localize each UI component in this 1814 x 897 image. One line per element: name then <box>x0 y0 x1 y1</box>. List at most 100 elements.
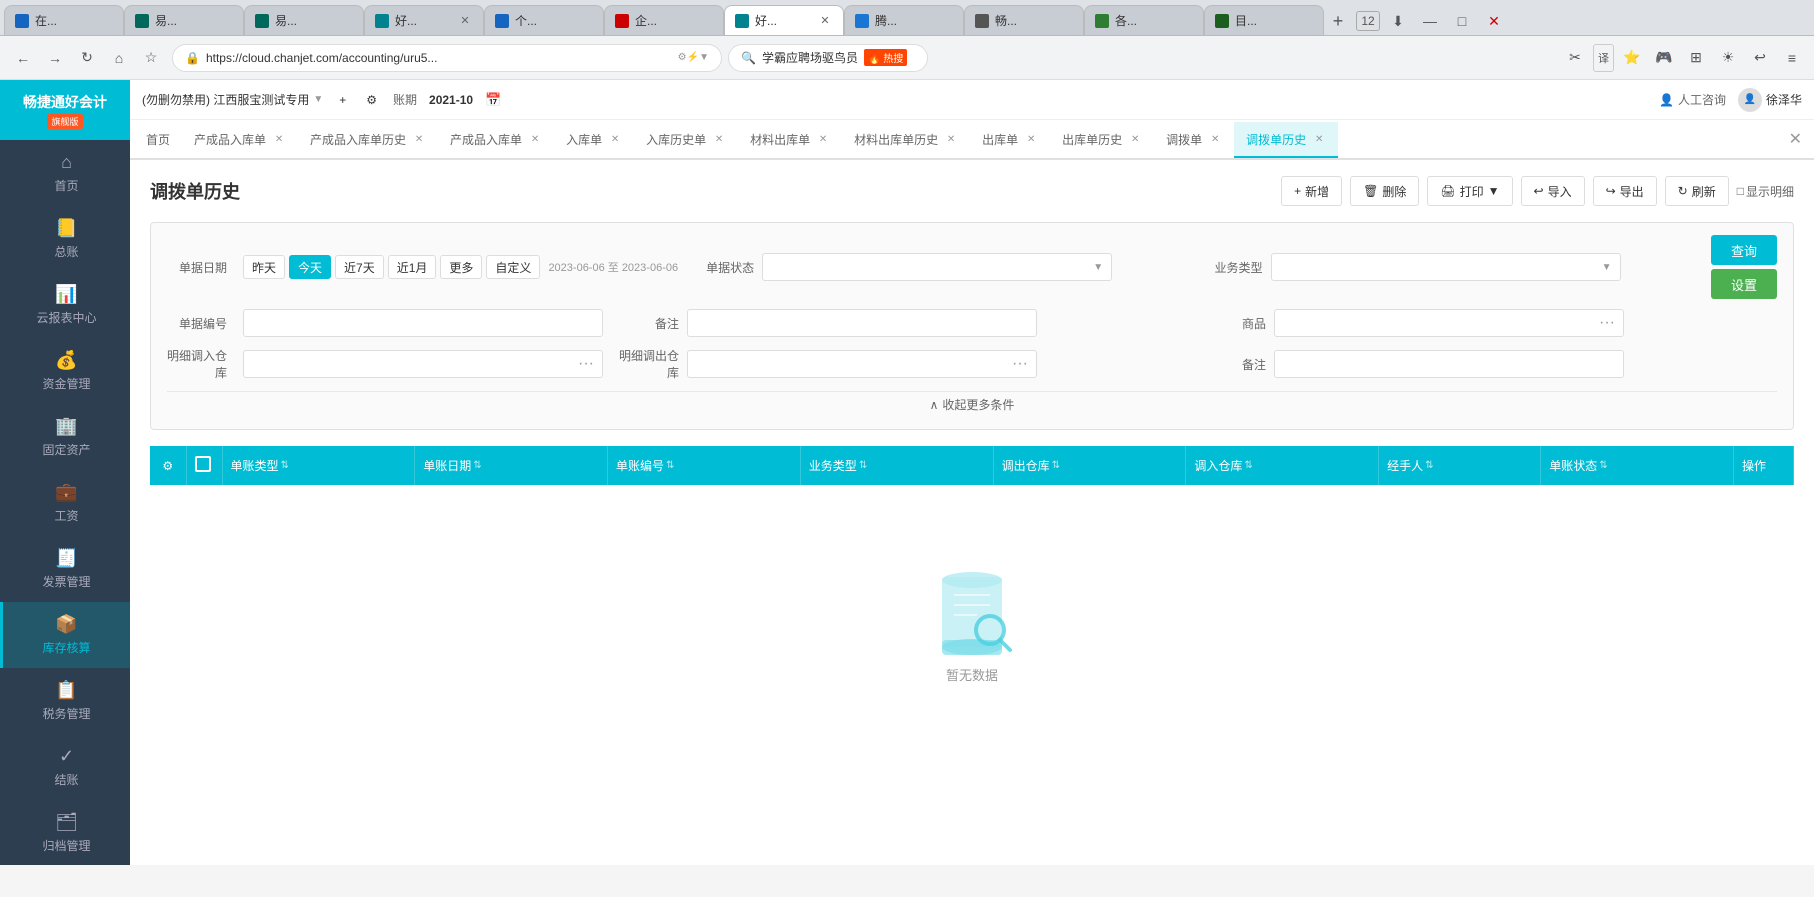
export-button[interactable]: ↪ 导出 <box>1593 176 1657 206</box>
menu-icon[interactable]: ≡ <box>1778 44 1806 72</box>
minimize-icon[interactable]: — <box>1416 7 1444 35</box>
grid-icon[interactable]: ⊞ <box>1682 44 1710 72</box>
page-tab-transfer-hist-close[interactable]: ✕ <box>1312 132 1326 146</box>
out-warehouse-sort[interactable]: 调出仓库 ⇅ <box>1002 457 1178 474</box>
sidebar-item-invoice[interactable]: 🧾 发票管理 <box>0 536 130 602</box>
sidebar-item-archive[interactable]: 🗂 归档管理 <box>0 800 130 865</box>
doc-num-sort[interactable]: 单账编号 ⇅ <box>616 457 792 474</box>
home-button[interactable]: ⌂ <box>104 43 134 73</box>
new-button[interactable]: + 新增 <box>1281 176 1342 206</box>
browser-tab-3[interactable]: 易... <box>244 5 364 35</box>
page-tab-in-order-hist[interactable]: 入库历史单 ✕ <box>634 122 738 158</box>
th-gear[interactable]: ⚙ <box>150 446 186 485</box>
user-info[interactable]: 👤 徐泽华 <box>1738 88 1802 112</box>
sidebar-logo[interactable]: 畅捷通好会计 旗舰版 <box>0 80 130 140</box>
browser-tab-6[interactable]: 企... <box>604 5 724 35</box>
date-btn-yesterday[interactable]: 昨天 <box>243 255 285 279</box>
service-button[interactable]: 👤 人工咨询 <box>1659 91 1726 108</box>
query-button[interactable]: 查询 <box>1711 235 1777 265</box>
address-input-box[interactable]: 🔒 https://cloud.chanjet.com/accounting/u… <box>172 44 722 72</box>
date-btn-1month[interactable]: 近1月 <box>388 255 437 279</box>
browser-tab-5[interactable]: 个... <box>484 5 604 35</box>
sidebar-item-salary[interactable]: 💼 工资 <box>0 470 130 536</box>
page-tab-prod-in[interactable]: 产成品入库单 ✕ <box>182 122 298 158</box>
new-tab-button[interactable]: + <box>1324 7 1352 35</box>
back-button[interactable]: ← <box>8 43 38 73</box>
page-tab-transfer-hist[interactable]: 调拨单历史 ✕ <box>1234 122 1338 158</box>
goods-filter-select[interactable]: ··· <box>1274 309 1624 337</box>
th-check[interactable] <box>186 446 222 485</box>
refresh-button[interactable]: ↻ 刷新 <box>1665 176 1729 206</box>
sidebar-item-closing[interactable]: ✓ 结账 <box>0 734 130 800</box>
forward-button[interactable]: → <box>40 43 70 73</box>
reload-button[interactable]: ↻ <box>72 43 102 73</box>
doc-num-input[interactable] <box>243 309 603 337</box>
page-tab-prod-in-close[interactable]: ✕ <box>272 132 286 146</box>
page-tab-transfer-close[interactable]: ✕ <box>1208 132 1222 146</box>
detail-out-dots-icon[interactable]: ··· <box>1012 355 1028 373</box>
page-tab-prod-in2[interactable]: 产成品入库单 ✕ <box>438 122 554 158</box>
page-tab-transfer[interactable]: 调拨单 ✕ <box>1154 122 1234 158</box>
delete-button[interactable]: 🗑 删除 <box>1350 176 1419 206</box>
sidebar-item-ledger[interactable]: 📒 总账 <box>0 206 130 272</box>
undo-icon[interactable]: ↩ <box>1746 44 1774 72</box>
gamepad-icon[interactable]: 🎮 <box>1650 44 1678 72</box>
biz-type-sort[interactable]: 业务类型 ⇅ <box>809 457 985 474</box>
close-all-tabs-btn[interactable]: ✕ <box>1789 129 1810 149</box>
goods-select-dots-icon[interactable]: ··· <box>1599 314 1615 332</box>
tab-close-7[interactable]: ✕ <box>817 13 833 29</box>
print-button[interactable]: 🖨 打印 ▼ <box>1427 176 1512 206</box>
translate-icon[interactable]: 译 <box>1593 44 1614 72</box>
sidebar-item-capital[interactable]: 💰 资金管理 <box>0 338 130 404</box>
import-button[interactable]: ↩ 导入 <box>1521 176 1585 206</box>
browser-tab-2[interactable]: 易... <box>124 5 244 35</box>
tab-close-4[interactable]: ✕ <box>457 13 473 29</box>
search-box[interactable]: 🔍 学霸应聘场驱鸟员 🔥 热搜 <box>728 44 928 72</box>
status-filter-select[interactable]: ▼ <box>762 253 1112 281</box>
page-tab-mat-out-hist[interactable]: 材料出库单历史 ✕ <box>842 122 970 158</box>
brightness-icon[interactable]: ☀ <box>1714 44 1742 72</box>
download-icon[interactable]: ⬇ <box>1384 7 1412 35</box>
maximize-icon[interactable]: □ <box>1448 7 1476 35</box>
date-btn-custom[interactable]: 自定义 <box>486 255 540 279</box>
remark2-input[interactable] <box>1274 350 1624 378</box>
page-tab-mat-out[interactable]: 材料出库单 ✕ <box>738 122 842 158</box>
page-tab-in-order[interactable]: 入库单 ✕ <box>554 122 634 158</box>
page-tab-in-order-hist-close[interactable]: ✕ <box>712 132 726 146</box>
browser-tab-1[interactable]: 在... <box>4 5 124 35</box>
sidebar-item-inventory[interactable]: 📦 库存核算 <box>0 602 130 668</box>
bookmark-button[interactable]: ☆ <box>136 43 166 73</box>
detail-in-dots-icon[interactable]: ··· <box>578 355 594 373</box>
page-tab-prod-in-hist[interactable]: 产成品入库单历史 ✕ <box>298 122 438 158</box>
page-tab-mat-out-close[interactable]: ✕ <box>816 132 830 146</box>
doc-type-sort[interactable]: 单账类型 ⇅ <box>231 457 407 474</box>
collapse-filter-button[interactable]: ∧ 收起更多条件 <box>167 391 1777 417</box>
browser-tab-7[interactable]: 好... ✕ <box>724 5 844 35</box>
page-tab-home[interactable]: 首页 <box>134 122 182 158</box>
sidebar-item-assets[interactable]: 🏢 固定资产 <box>0 404 130 470</box>
page-tab-mat-out-hist-close[interactable]: ✕ <box>944 132 958 146</box>
remark-input[interactable] <box>687 309 1037 337</box>
date-btn-more[interactable]: 更多 <box>440 255 482 279</box>
company-selector[interactable]: (勿删勿禁用) 江西服宝测试专用 ▼ <box>142 91 323 108</box>
sidebar-item-home[interactable]: ⌂ 首页 <box>0 140 130 206</box>
doc-status-sort[interactable]: 单账状态 ⇅ <box>1549 457 1725 474</box>
doc-date-sort[interactable]: 单账日期 ⇅ <box>423 457 599 474</box>
scissors-icon[interactable]: ✂ <box>1561 44 1589 72</box>
page-tab-out-order[interactable]: 出库单 ✕ <box>970 122 1050 158</box>
biz-type-filter-select[interactable]: ▼ <box>1271 253 1621 281</box>
page-tab-out-order-close[interactable]: ✕ <box>1024 132 1038 146</box>
in-warehouse-sort[interactable]: 调入仓库 ⇅ <box>1194 457 1370 474</box>
close-all-icon[interactable]: ✕ <box>1789 129 1802 149</box>
browser-tab-9[interactable]: 畅... <box>964 5 1084 35</box>
company-settings-button[interactable]: ⚙ <box>362 85 381 115</box>
page-tab-out-order-hist-close[interactable]: ✕ <box>1128 132 1142 146</box>
date-btn-today[interactable]: 今天 <box>289 255 331 279</box>
page-tab-in-order-close[interactable]: ✕ <box>608 132 622 146</box>
page-tab-prod-in-hist-close[interactable]: ✕ <box>412 132 426 146</box>
page-tab-prod-in2-close[interactable]: ✕ <box>528 132 542 146</box>
filter-settings-button[interactable]: 设置 <box>1711 269 1777 299</box>
star-icon[interactable]: ⭐ <box>1618 44 1646 72</box>
browser-tab-4[interactable]: 好... ✕ <box>364 5 484 35</box>
handler-sort[interactable]: 经手人 ⇅ <box>1387 457 1532 474</box>
